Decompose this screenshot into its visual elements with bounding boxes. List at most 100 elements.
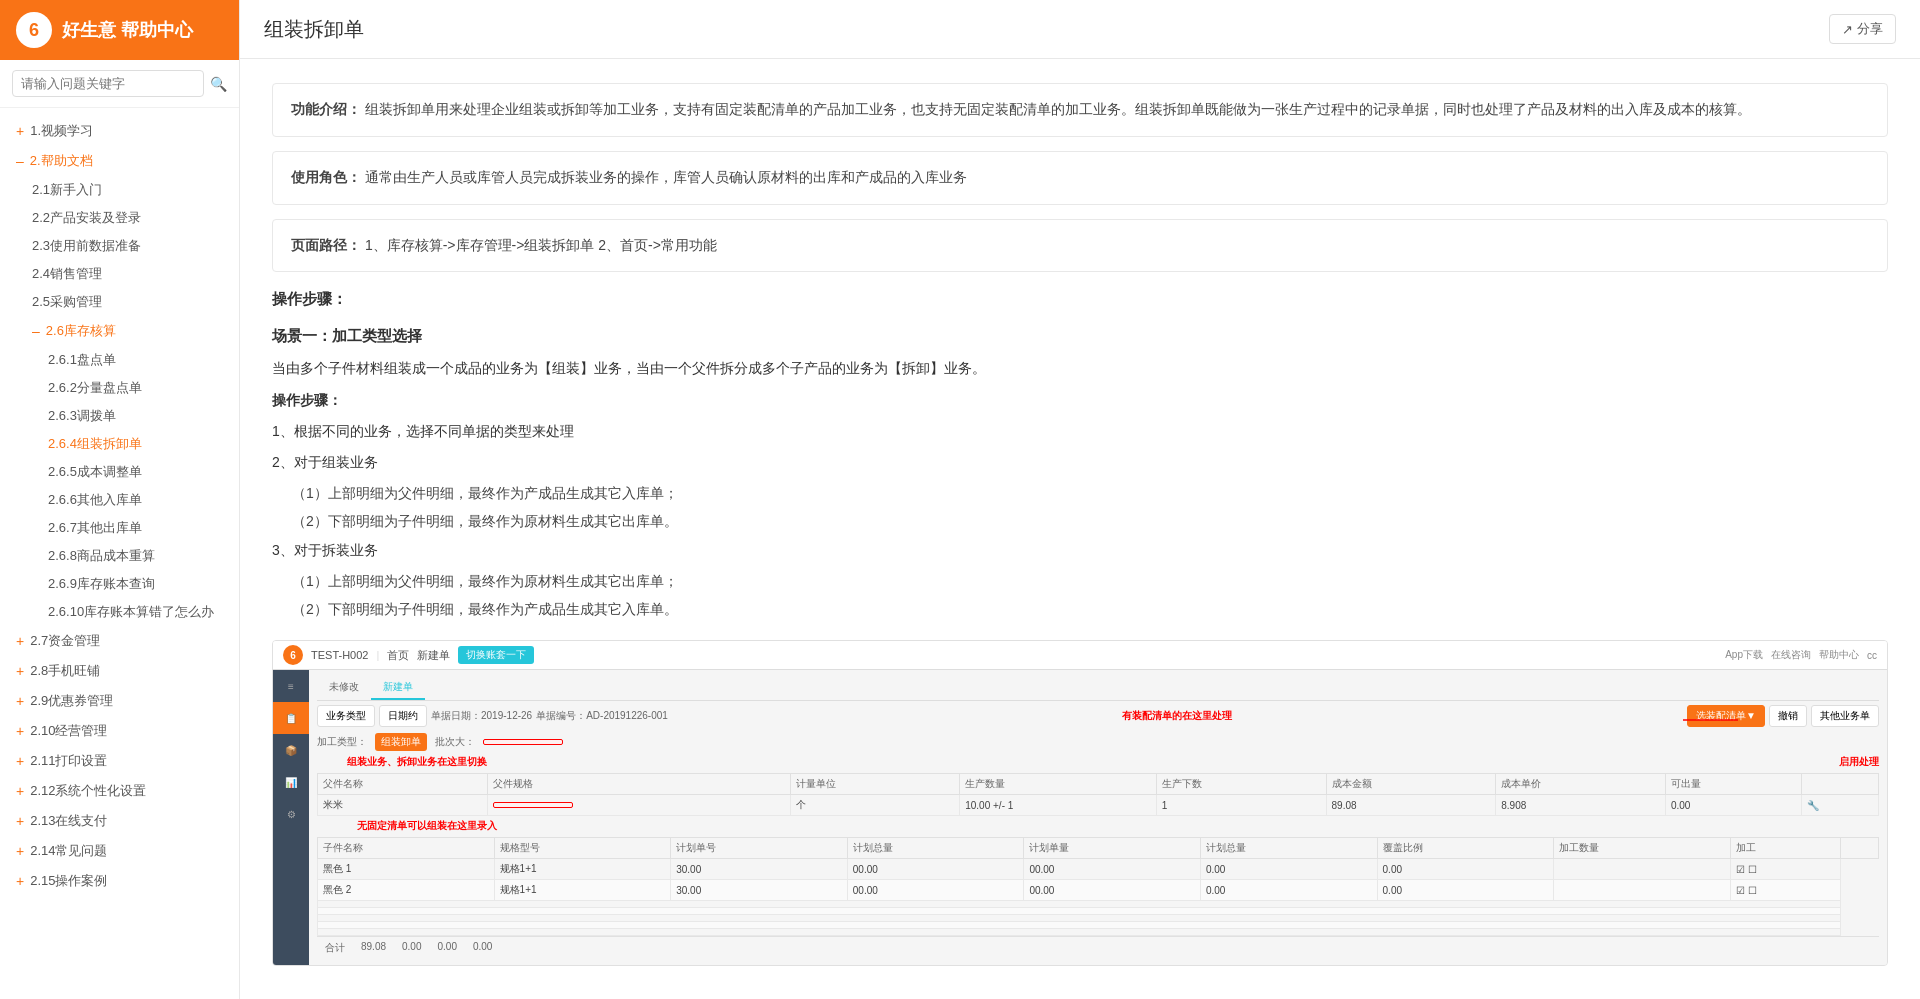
sim-td-spec: [487, 795, 790, 816]
sim-btd-6: 0.00: [1200, 859, 1377, 880]
sim-nav-icon-4: 📊: [273, 766, 309, 798]
sim-td-avail: 0.00: [1665, 795, 1801, 816]
share-button[interactable]: ↗ 分享: [1829, 14, 1896, 44]
sim-btn-confirm[interactable]: 日期约: [379, 705, 427, 727]
sim-num-input[interactable]: [483, 739, 563, 745]
sim-bth-1: 子件名称: [318, 838, 495, 859]
sim-th-prod-sub: 生产下数: [1156, 774, 1326, 795]
scene1-label: 场景一：加工类型选择: [272, 327, 1888, 346]
sim-footer-v4: 0.00: [473, 941, 492, 955]
sim-leftnav: ≡ 📋 📦 📊 ⚙: [273, 670, 309, 965]
sim-top-table: 父件名称 父件规格 计量单位 生产数量 生产下数 成本金额 成本单价 可出量: [317, 773, 1879, 816]
sim-app-dl: App下载: [1725, 648, 1763, 662]
sim-btn-save[interactable]: 业务类型: [317, 705, 375, 727]
sim-btd2-9: ☑ ☐: [1730, 880, 1840, 901]
sim-footer-label: 合计: [325, 941, 345, 955]
sidebar-item-video[interactable]: + 1.视频学习: [0, 116, 239, 146]
sidebar-item-payment[interactable]: + 2.13在线支付: [0, 806, 239, 836]
sim-annotation-1: 有装配清单的在这里处理: [672, 709, 1683, 723]
table-row: [318, 901, 1879, 908]
sim-spec-input[interactable]: [493, 802, 573, 808]
sim-th-parent-spec: 父件规格: [487, 774, 790, 795]
sidebar: 6 好生意 帮助中心 🔍 + 1.视频学习 – 2.帮助文档 2.1新手入门 2…: [0, 0, 240, 999]
step3-2: （2）下部明细为子件明细，最终作为产成品生成其它入库单。: [272, 597, 1888, 622]
content-body: 功能介绍： 组装拆卸单用来处理企业组装或拆卸等加工业务，支持有固定装配清单的产品…: [240, 59, 1920, 999]
sim-user: cc: [1867, 650, 1877, 661]
sidebar-item-transfer[interactable]: 2.6.3调拨单: [0, 402, 239, 430]
expand-icon-9: +: [16, 813, 24, 829]
sim-topbar-right: App下载 在线咨询 帮助中心 cc: [1725, 648, 1877, 662]
sidebar-item-inventory[interactable]: – 2.6库存核算: [0, 316, 239, 346]
sidebar-item-personalize[interactable]: + 2.12系统个性化设置: [0, 776, 239, 806]
sidebar-item-assemble[interactable]: 2.6.4组装拆卸单: [0, 430, 239, 458]
search-input[interactable]: [12, 70, 204, 97]
sidebar-item-split-stocktake[interactable]: 2.6.2分量盘点单: [0, 374, 239, 402]
sidebar-item-finance[interactable]: + 2.7资金管理: [0, 626, 239, 656]
sidebar-item-other-in[interactable]: 2.6.6其他入库单: [0, 486, 239, 514]
sim-tab-new[interactable]: 新建单: [371, 676, 425, 700]
expand-icon-7: +: [16, 753, 24, 769]
sim-nav-home: 首页: [387, 648, 409, 663]
table-row: [318, 922, 1879, 929]
screenshot-container: 6 TEST-H002 | 首页 新建单 切换账套一下 App下载 在线咨询 帮…: [272, 640, 1888, 966]
table-row: [318, 929, 1879, 936]
sim-tab-existing[interactable]: 未修改: [317, 676, 371, 700]
sim-type-btn[interactable]: 组装卸单: [375, 733, 427, 751]
sidebar-item-stocktake[interactable]: 2.6.1盘点单: [0, 346, 239, 374]
sidebar-item-cases[interactable]: + 2.15操作案例: [0, 866, 239, 896]
sim-arrow-1: [1683, 713, 1743, 727]
sidebar-item-beginners[interactable]: 2.1新手入门: [0, 176, 239, 204]
sim-nav-icon-3: 📦: [273, 734, 309, 766]
sim-bth-3: 计划单号: [671, 838, 848, 859]
sidebar-item-label: 2.15操作案例: [30, 872, 107, 890]
expand-icon-11: +: [16, 873, 24, 889]
sim-nav-icon-2[interactable]: 📋: [273, 702, 309, 734]
sim-num-label: 批次大：: [435, 735, 475, 749]
sim-nav-new: 新建单: [417, 648, 450, 663]
sim-logo: 6: [283, 645, 303, 665]
sidebar-item-mobile[interactable]: + 2.8手机旺铺: [0, 656, 239, 686]
sidebar-item-coupon[interactable]: + 2.9优惠券管理: [0, 686, 239, 716]
expand-icon-3: +: [16, 633, 24, 649]
sidebar-item-faq[interactable]: + 2.14常见问题: [0, 836, 239, 866]
sidebar-item-docs[interactable]: – 2.帮助文档: [0, 146, 239, 176]
sim-bth-2: 规格型号: [494, 838, 671, 859]
sim-topbar: 6 TEST-H002 | 首页 新建单 切换账套一下 App下载 在线咨询 帮…: [273, 641, 1887, 670]
sim-btn-other[interactable]: 其他业务单: [1811, 705, 1879, 727]
sim-switch-btn[interactable]: 切换账套一下: [458, 646, 534, 664]
sim-btd2-4: 00.00: [847, 880, 1024, 901]
sim-btd2-spec: 规格1+1: [494, 880, 671, 901]
sidebar-item-ops[interactable]: + 2.10经营管理: [0, 716, 239, 746]
main-content: 组装拆卸单 ↗ 分享 功能介绍： 组装拆卸单用来处理企业组装或拆卸等加工业务，支…: [240, 0, 1920, 999]
scene1-desc: 当由多个子件材料组装成一个成品的业务为【组装】业务，当由一个父件拆分成多个子产品…: [272, 356, 1888, 381]
search-icon[interactable]: 🔍: [210, 76, 227, 92]
role-label: 使用角色：: [291, 169, 361, 185]
expand-icon-4: +: [16, 663, 24, 679]
sim-tabs: 未修改 新建单: [317, 676, 1879, 701]
sidebar-item-sales[interactable]: 2.4销售管理: [0, 260, 239, 288]
sim-td-name: 米米: [318, 795, 488, 816]
sidebar-item-cost-recalc[interactable]: 2.6.8商品成本重算: [0, 542, 239, 570]
sidebar-item-prepare[interactable]: 2.3使用前数据准备: [0, 232, 239, 260]
sim-empty-5: [318, 915, 1841, 922]
sidebar-item-label: 2.13在线支付: [30, 812, 107, 830]
step2-1: （1）上部明细为父件明细，最终作为产成品生成其它入库单；: [272, 481, 1888, 506]
sim-btn-cancel[interactable]: 撤销: [1769, 705, 1807, 727]
sim-main-area: 未修改 新建单 业务类型 日期约 单据日期：2019-12-26 单据编号：AD…: [309, 670, 1887, 965]
sidebar-item-purchase[interactable]: 2.5采购管理: [0, 288, 239, 316]
sim-th-prod-qty: 生产数量: [960, 774, 1157, 795]
sidebar-item-cost-adjust[interactable]: 2.6.5成本调整单: [0, 458, 239, 486]
sidebar-item-stock-error[interactable]: 2.6.10库存账本算错了怎么办: [0, 598, 239, 626]
table-row: 黑色 1 规格1+1 30.00 00.00 00.00 0.00 0.00 ☑…: [318, 859, 1879, 880]
sidebar-item-print[interactable]: + 2.11打印设置: [0, 746, 239, 776]
table-row: [318, 915, 1879, 922]
sim-td-sub: 1: [1156, 795, 1326, 816]
sim-bth-8: 加工数量: [1554, 838, 1731, 859]
share-icon: ↗: [1842, 22, 1853, 37]
sidebar-item-stock-ledger[interactable]: 2.6.9库存账本查询: [0, 570, 239, 598]
sidebar-item-label: 1.视频学习: [30, 122, 93, 140]
sidebar-item-install[interactable]: 2.2产品安装及登录: [0, 204, 239, 232]
table-row: 米米 个 10.00 +/- 1 1 89.08 8.908 0.00 🔧: [318, 795, 1879, 816]
sidebar-item-other-out[interactable]: 2.6.7其他出库单: [0, 514, 239, 542]
sim-footer-v3: 0.00: [438, 941, 457, 955]
